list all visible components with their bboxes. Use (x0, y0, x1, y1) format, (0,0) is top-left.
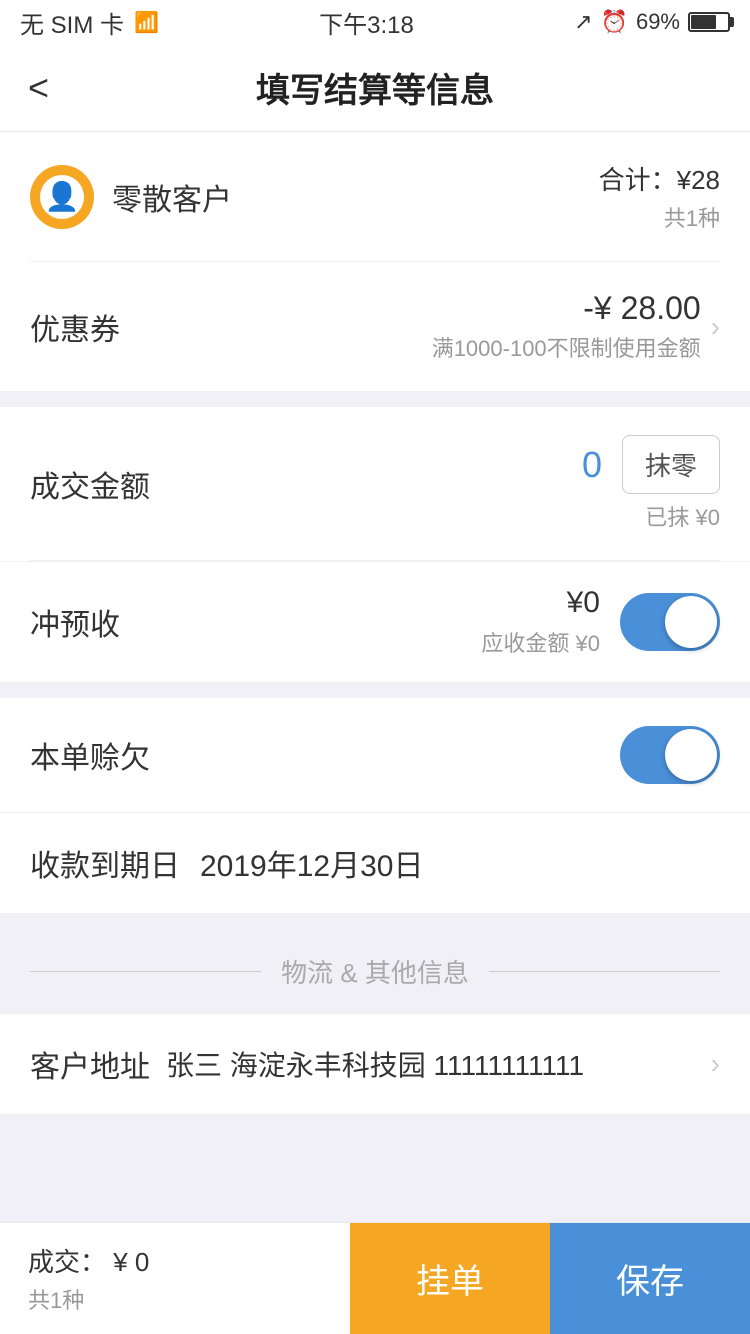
bottom-left: 成交： ¥ 0 共1种 (0, 1242, 350, 1315)
customer-right: 合计：¥28 共1种 (599, 160, 720, 233)
coupon-right: -¥ 28.00 满1000-100不限制使用金额 › (432, 290, 720, 363)
hang-button[interactable]: 挂单 (350, 1223, 550, 1334)
wifi-icon: 📶 (134, 10, 159, 35)
logistics-line-right (489, 971, 720, 972)
address-row[interactable]: 客户地址 张三 海淀永丰科技园 11111111111 › (0, 1014, 750, 1114)
deal-amount-sub: 已抹 ¥0 (645, 500, 720, 532)
back-button[interactable]: < (28, 67, 49, 109)
user-icon: 👤 (45, 180, 80, 213)
page-title: 填写结算等信息 (256, 63, 494, 112)
address-value: 张三 海淀永丰科技园 11111111111 (166, 1044, 695, 1084)
battery-percent: 69% (636, 9, 680, 35)
bottom-deal-amount: 成交： ¥ 0 (28, 1242, 322, 1279)
round-zero-button[interactable]: 抹零 (622, 435, 720, 494)
chong-label: 冲预收 (30, 600, 170, 644)
save-button[interactable]: 保存 (550, 1223, 750, 1334)
sheqian-toggle[interactable] (620, 726, 720, 784)
deal-amount-input[interactable] (522, 444, 602, 486)
sheqian-section: 本单赊欠 收款到期日 2019年12月30日 (0, 698, 750, 913)
bottom-deal-label: 成交： (28, 1247, 106, 1277)
logistics-text: 物流 & 其他信息 (281, 953, 469, 990)
coupon-label: 优惠券 (30, 305, 120, 349)
bottom-bar: 成交： ¥ 0 共1种 挂单 保存 (0, 1222, 750, 1334)
toggle-thumb (665, 596, 717, 648)
deal-amount-label: 成交金额 (30, 462, 170, 506)
sheqian-toggle-thumb (665, 729, 717, 781)
customer-row: 👤 零散客户 合计：¥28 共1种 (0, 132, 750, 261)
battery-icon (688, 12, 730, 32)
chong-right: ¥0 应收金额 ¥0 (481, 586, 720, 658)
input-row: 抹零 (522, 435, 720, 494)
total-amount: 合计：¥28 (599, 160, 720, 197)
date-label: 收款到期日 (30, 841, 180, 885)
customer-section: 👤 零散客户 合计：¥28 共1种 优惠券 -¥ 28.00 满1000-100… (0, 132, 750, 391)
chong-amount: ¥0 (481, 586, 600, 620)
chong-toggle[interactable] (620, 593, 720, 651)
avatar: 👤 (30, 165, 94, 229)
date-value: 2019年12月30日 (200, 841, 423, 885)
carrier-text: 无 SIM 卡 (20, 5, 124, 40)
status-right: ↗ ⏰ 69% (574, 9, 730, 35)
chong-amount-block: ¥0 应收金额 ¥0 (481, 586, 600, 658)
chong-sub: 应收金额 ¥0 (481, 626, 600, 658)
sheqian-row: 本单赊欠 (0, 698, 750, 812)
time-text: 下午3:18 (319, 5, 414, 40)
main-content: 👤 零散客户 合计：¥28 共1种 优惠券 -¥ 28.00 满1000-100… (0, 132, 750, 1234)
alarm-icon: ⏰ (601, 9, 628, 35)
coupon-row[interactable]: 优惠券 -¥ 28.00 满1000-100不限制使用金额 › (0, 262, 750, 391)
coupon-discount: -¥ 28.00 (432, 290, 701, 327)
customer-name: 零散客户 (112, 175, 232, 219)
bottom-count: 共1种 (28, 1283, 322, 1315)
logistics-divider-section: 物流 & 其他信息 (0, 929, 750, 1014)
logistics-line-left (30, 971, 261, 972)
deal-amount-row: 成交金额 抹零 已抹 ¥0 (0, 407, 750, 560)
sheqian-label: 本单赊欠 (30, 733, 170, 777)
item-count: 共1种 (599, 201, 720, 233)
chong-row: 冲预收 ¥0 应收金额 ¥0 (0, 561, 750, 682)
deal-amount-right: 抹零 已抹 ¥0 (522, 435, 720, 532)
status-bar: 无 SIM 卡 📶 下午3:18 ↗ ⏰ 69% (0, 0, 750, 44)
status-left: 无 SIM 卡 📶 (20, 5, 159, 40)
date-row: 收款到期日 2019年12月30日 (0, 812, 750, 913)
customer-left: 👤 零散客户 (30, 165, 232, 229)
nav-bar: < 填写结算等信息 (0, 44, 750, 132)
deal-section: 成交金额 抹零 已抹 ¥0 冲预收 ¥0 应收金额 ¥0 (0, 407, 750, 682)
logistics-divider: 物流 & 其他信息 (30, 953, 720, 990)
address-label: 客户地址 (30, 1042, 150, 1086)
chevron-right-icon: › (711, 311, 720, 343)
coupon-desc: 满1000-100不限制使用金额 (432, 331, 701, 363)
address-chevron-icon: › (711, 1048, 720, 1080)
bottom-deal-value: ¥ 0 (113, 1247, 149, 1277)
location-icon: ↗ (574, 9, 592, 35)
coupon-value-block: -¥ 28.00 满1000-100不限制使用金额 (432, 290, 701, 363)
